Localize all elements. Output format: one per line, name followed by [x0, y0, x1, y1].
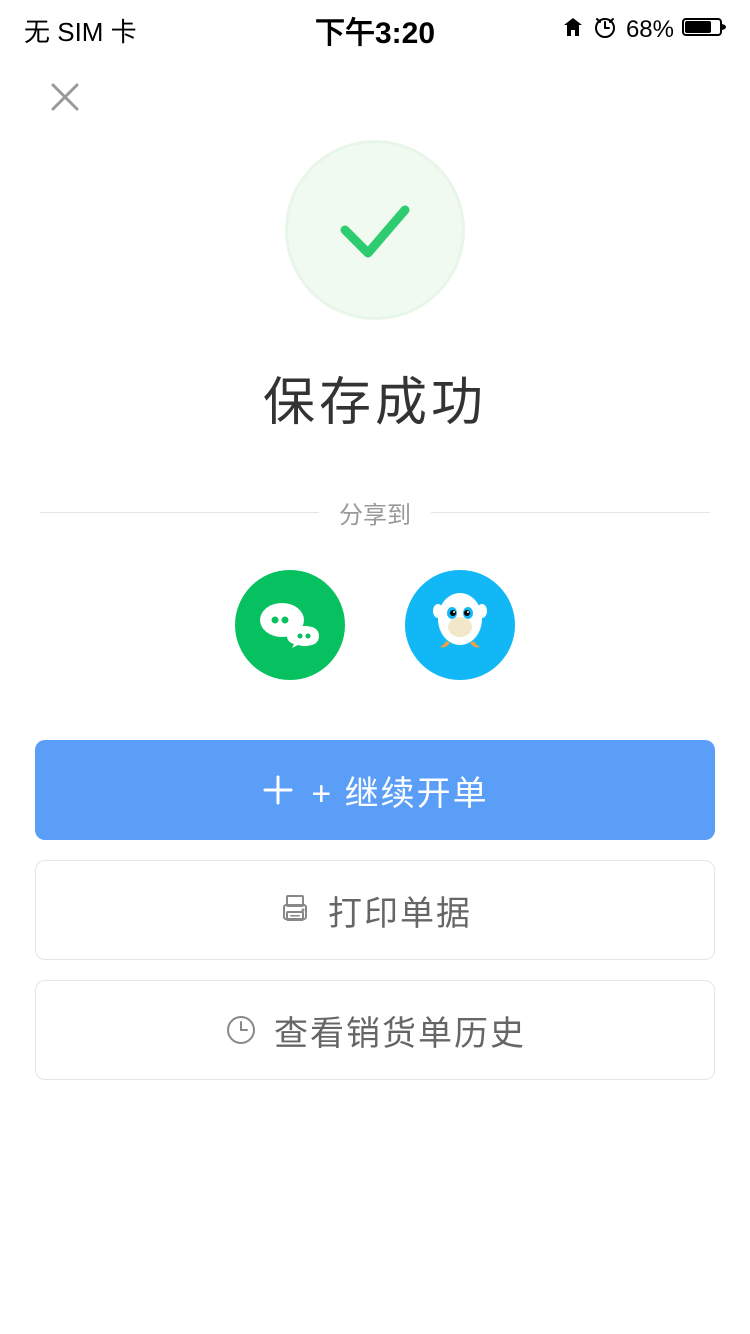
- plus-icon: [261, 773, 295, 807]
- status-bar: 无 SIM 卡 下午3:20 68%: [0, 0, 750, 60]
- status-time: 下午3:20: [315, 8, 435, 52]
- history-label: 查看销货单历史: [274, 1006, 526, 1055]
- wechat-icon: [257, 598, 323, 652]
- success-title: 保存成功: [263, 360, 487, 435]
- divider-left: [40, 512, 319, 513]
- alarm-icon: [592, 14, 618, 47]
- main-content: 保存成功 分享到: [0, 60, 750, 1080]
- share-label: 分享到: [319, 495, 431, 530]
- clock-icon: [224, 1013, 258, 1047]
- qq-share-button[interactable]: [405, 570, 515, 680]
- share-section: 分享到: [0, 495, 750, 680]
- history-button[interactable]: 查看销货单历史: [35, 980, 715, 1080]
- share-icons: [235, 570, 515, 680]
- continue-button[interactable]: + 继续开单: [35, 740, 715, 840]
- qq-icon: [430, 591, 490, 659]
- location-icon: [562, 16, 584, 45]
- battery-text: 68%: [626, 16, 674, 44]
- print-label: 打印单据: [328, 886, 472, 935]
- success-icon-circle: [285, 140, 465, 320]
- printer-icon: [278, 893, 312, 927]
- status-left: 无 SIM 卡: [24, 12, 147, 49]
- print-button[interactable]: 打印单据: [35, 860, 715, 960]
- continue-label: + 继续开单: [311, 766, 488, 815]
- status-right: 68%: [562, 14, 726, 47]
- battery-icon: [682, 16, 726, 45]
- divider-right: [431, 512, 710, 513]
- wechat-share-button[interactable]: [235, 570, 345, 680]
- share-divider: 分享到: [0, 495, 750, 530]
- close-button[interactable]: [40, 72, 90, 122]
- carrier-text: 无 SIM 卡: [24, 12, 137, 49]
- check-icon: [330, 185, 420, 275]
- action-buttons: + 继续开单 打印单据: [35, 740, 715, 1080]
